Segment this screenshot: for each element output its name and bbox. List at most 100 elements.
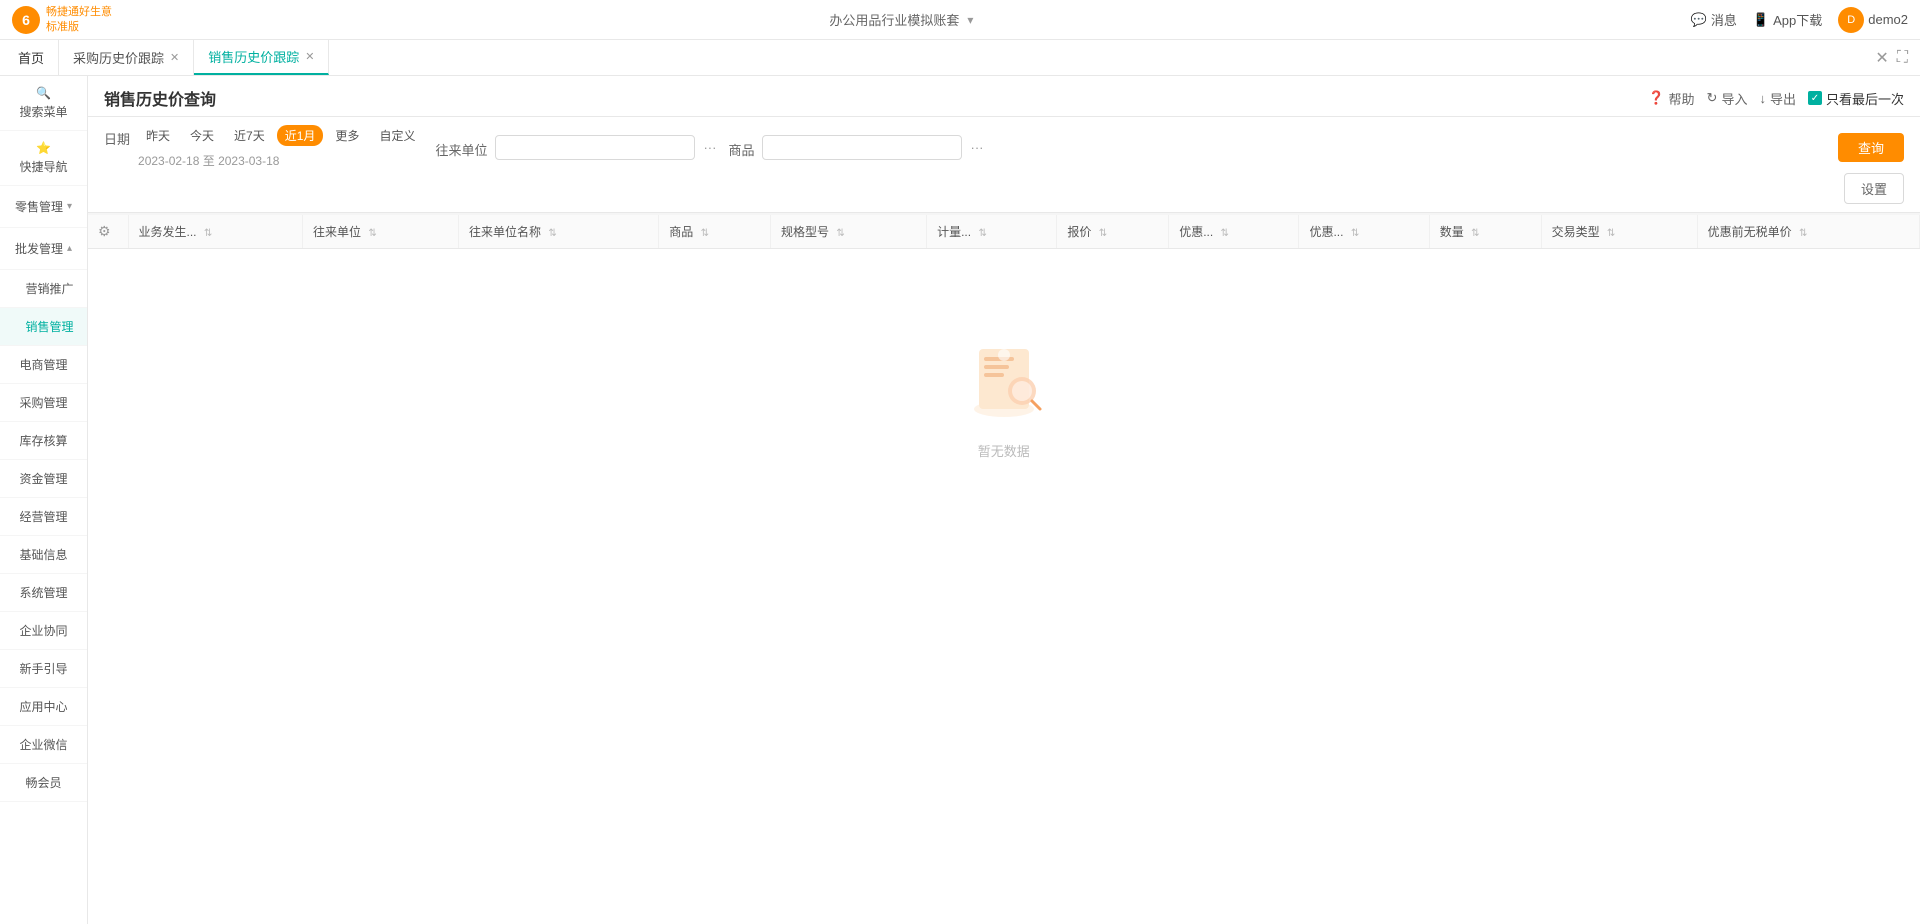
th-product[interactable]: 商品 ⇅ bbox=[659, 215, 771, 249]
table-head: ⚙ 业务发生... ⇅ 往来单位 ⇅ 往来单位名称 ⇅ bbox=[88, 215, 1920, 249]
sort-spec-icon[interactable]: ⇅ bbox=[836, 228, 844, 239]
sidebar-item-inventory[interactable]: 库存核算 bbox=[0, 422, 87, 460]
th-price[interactable]: 报价 ⇅ bbox=[1057, 215, 1169, 249]
date-range-display: 2023-02-18 至 2023-03-18 bbox=[138, 152, 423, 169]
th-biz-date[interactable]: 业务发生... ⇅ bbox=[128, 215, 302, 249]
sidebar-item-enterprise[interactable]: 企业协同 bbox=[0, 612, 87, 650]
top-bar: 6 畅捷通好生意 标准版 办公用品行业模拟账套 ▾ 💬 消息 📱 App下载 D… bbox=[0, 0, 1920, 40]
empty-row: 暂无数据 bbox=[88, 249, 1920, 541]
sidebar-item-app-center[interactable]: 应用中心 bbox=[0, 688, 87, 726]
sidebar-item-wholesale-mgmt[interactable]: 批发管理 ▴ bbox=[0, 228, 87, 270]
page-actions: ❓ 帮助 ↻ 导入 ↓ 导出 ✓ 只看最后一次 bbox=[1648, 89, 1904, 108]
from-unit-input[interactable] bbox=[495, 135, 695, 160]
empty-state: 暂无数据 bbox=[88, 249, 1920, 540]
top-bar-center: 办公用品行业模拟账套 ▾ bbox=[829, 10, 973, 29]
sidebar-item-finance[interactable]: 资金管理 bbox=[0, 460, 87, 498]
sort-biz-date-icon[interactable]: ⇅ bbox=[204, 228, 212, 239]
sort-discount2-icon[interactable]: ⇅ bbox=[1351, 228, 1359, 239]
search-menu-icon: 🔍 bbox=[36, 86, 51, 100]
app-download-icon: 📱 bbox=[1753, 12, 1769, 28]
sort-product-icon[interactable]: ⇅ bbox=[701, 228, 709, 239]
sidebar-item-operations[interactable]: 经营管理 bbox=[0, 498, 87, 536]
date-btn-7days[interactable]: 近7天 bbox=[226, 125, 273, 146]
help-button[interactable]: ❓ 帮助 bbox=[1648, 89, 1694, 108]
top-bar-right: 💬 消息 📱 App下载 D demo2 bbox=[1691, 7, 1908, 33]
tab-sales-close[interactable]: ✕ bbox=[305, 50, 314, 63]
sidebar-item-purchase-mgmt[interactable]: 采购管理 bbox=[0, 384, 87, 422]
sort-trade-type-icon[interactable]: ⇅ bbox=[1607, 228, 1615, 239]
query-button[interactable]: 查询 bbox=[1838, 133, 1904, 162]
sort-discount1-icon[interactable]: ⇅ bbox=[1221, 228, 1229, 239]
column-settings-icon[interactable]: ⚙ bbox=[98, 223, 111, 239]
sort-pretax-price-icon[interactable]: ⇅ bbox=[1799, 228, 1807, 239]
only-last-checkbox-label[interactable]: ✓ 只看最后一次 bbox=[1808, 89, 1904, 108]
from-unit-picker-button[interactable]: ··· bbox=[703, 140, 716, 155]
th-discount2[interactable]: 优惠... ⇅ bbox=[1299, 215, 1429, 249]
table-header-row: ⚙ 业务发生... ⇅ 往来单位 ⇅ 往来单位名称 ⇅ bbox=[88, 215, 1920, 249]
sort-partner-name-icon[interactable]: ⇅ bbox=[548, 228, 556, 239]
sidebar-item-quick-nav[interactable]: ⭐ 快捷导航 bbox=[0, 131, 87, 186]
product-filter-group: 商品 ··· bbox=[728, 135, 983, 160]
sort-quantity-icon[interactable]: ⇅ bbox=[1471, 228, 1479, 239]
tab-sales[interactable]: 销售历史价跟踪 ✕ bbox=[194, 40, 329, 75]
sidebar-item-search-menu[interactable]: 🔍 搜索菜单 bbox=[0, 76, 87, 131]
message-icon: 💬 bbox=[1691, 12, 1707, 28]
th-pretax-price[interactable]: 优惠前无税单价 ⇅ bbox=[1697, 215, 1919, 249]
sort-partner-code-icon[interactable]: ⇅ bbox=[368, 228, 376, 239]
app-download-button[interactable]: 📱 App下载 bbox=[1753, 10, 1822, 29]
th-trade-type[interactable]: 交易类型 ⇅ bbox=[1541, 215, 1697, 249]
content-area: 销售历史价查询 ❓ 帮助 ↻ 导入 ↓ 导出 ✓ 只看最后一次 bbox=[88, 76, 1920, 924]
th-partner-name[interactable]: 往来单位名称 ⇅ bbox=[458, 215, 658, 249]
export-button[interactable]: ↓ 导出 bbox=[1759, 89, 1796, 108]
avatar: D bbox=[1838, 7, 1864, 33]
product-picker-button[interactable]: ··· bbox=[970, 140, 983, 155]
tab-home[interactable]: 首页 bbox=[4, 40, 59, 75]
main-layout: 🔍 搜索菜单 ⭐ 快捷导航 零售管理 ▾ 批发管理 ▴ 营销推广 销售管理 电商… bbox=[0, 76, 1920, 924]
sidebar-item-basic-info[interactable]: 基础信息 bbox=[0, 536, 87, 574]
th-unit[interactable]: 计量... ⇅ bbox=[927, 215, 1057, 249]
date-btn-yesterday[interactable]: 昨天 bbox=[138, 125, 178, 146]
th-partner-code[interactable]: 往来单位 ⇅ bbox=[302, 215, 458, 249]
import-button[interactable]: ↻ 导入 bbox=[1707, 89, 1748, 108]
settings-button[interactable]: 设置 bbox=[1844, 173, 1904, 204]
date-btn-more[interactable]: 更多 bbox=[327, 125, 367, 146]
table-body: 暂无数据 bbox=[88, 249, 1920, 541]
tab-bar: 首页 采购历史价跟踪 ✕ 销售历史价跟踪 ✕ ✕ ⛶ bbox=[0, 40, 1920, 76]
sort-price-icon[interactable]: ⇅ bbox=[1099, 228, 1107, 239]
tab-actions: ✕ ⛶ bbox=[1875, 48, 1916, 68]
sidebar-item-system[interactable]: 系统管理 bbox=[0, 574, 87, 612]
th-discount1[interactable]: 优惠... ⇅ bbox=[1169, 215, 1299, 249]
sidebar-item-ecommerce[interactable]: 电商管理 bbox=[0, 346, 87, 384]
sidebar-item-corp-wechat[interactable]: 企业微信 bbox=[0, 726, 87, 764]
tab-purchase-close[interactable]: ✕ bbox=[170, 51, 179, 64]
sidebar: 🔍 搜索菜单 ⭐ 快捷导航 零售管理 ▾ 批发管理 ▴ 营销推广 销售管理 电商… bbox=[0, 76, 88, 924]
workspace-dropdown-icon[interactable]: ▾ bbox=[967, 13, 973, 27]
date-buttons: 昨天 今天 近7天 近1月 更多 自定义 bbox=[138, 125, 423, 146]
filter-row: 日期 昨天 今天 近7天 近1月 更多 自定义 2023-02-18 至 202… bbox=[104, 125, 1904, 169]
message-button[interactable]: 💬 消息 bbox=[1691, 10, 1737, 29]
sidebar-item-marketing[interactable]: 营销推广 bbox=[0, 270, 87, 308]
date-btn-today[interactable]: 今天 bbox=[182, 125, 222, 146]
user-menu[interactable]: D demo2 bbox=[1838, 7, 1908, 33]
page-header: 销售历史价查询 ❓ 帮助 ↻ 导入 ↓ 导出 ✓ 只看最后一次 bbox=[88, 76, 1920, 117]
th-spec[interactable]: 规格型号 ⇅ bbox=[771, 215, 927, 249]
sort-unit-icon[interactable]: ⇅ bbox=[978, 228, 986, 239]
tab-close-all-button[interactable]: ✕ bbox=[1875, 48, 1888, 68]
only-last-checkbox[interactable]: ✓ bbox=[1808, 91, 1822, 105]
logo-icon: 6 bbox=[12, 6, 40, 34]
sidebar-item-sales-mgmt[interactable]: 销售管理 bbox=[0, 308, 87, 346]
table-container: ⚙ 业务发生... ⇅ 往来单位 ⇅ 往来单位名称 ⇅ bbox=[88, 215, 1920, 924]
th-quantity[interactable]: 数量 ⇅ bbox=[1429, 215, 1541, 249]
logo-area: 6 畅捷通好生意 标准版 bbox=[12, 5, 112, 34]
sidebar-item-member[interactable]: 畅会员 bbox=[0, 764, 87, 802]
filter-actions: 查询 bbox=[1838, 133, 1904, 162]
date-btn-custom[interactable]: 自定义 bbox=[371, 125, 423, 146]
import-icon: ↻ bbox=[1707, 90, 1718, 106]
date-btn-1month[interactable]: 近1月 bbox=[277, 125, 324, 146]
tab-maximize-button[interactable]: ⛶ bbox=[1897, 49, 1908, 67]
th-settings: ⚙ bbox=[88, 215, 128, 249]
sidebar-item-retail-mgmt[interactable]: 零售管理 ▾ bbox=[0, 186, 87, 228]
sidebar-item-guide[interactable]: 新手引导 bbox=[0, 650, 87, 688]
product-input[interactable] bbox=[762, 135, 962, 160]
tab-purchase[interactable]: 采购历史价跟踪 ✕ bbox=[59, 40, 194, 75]
